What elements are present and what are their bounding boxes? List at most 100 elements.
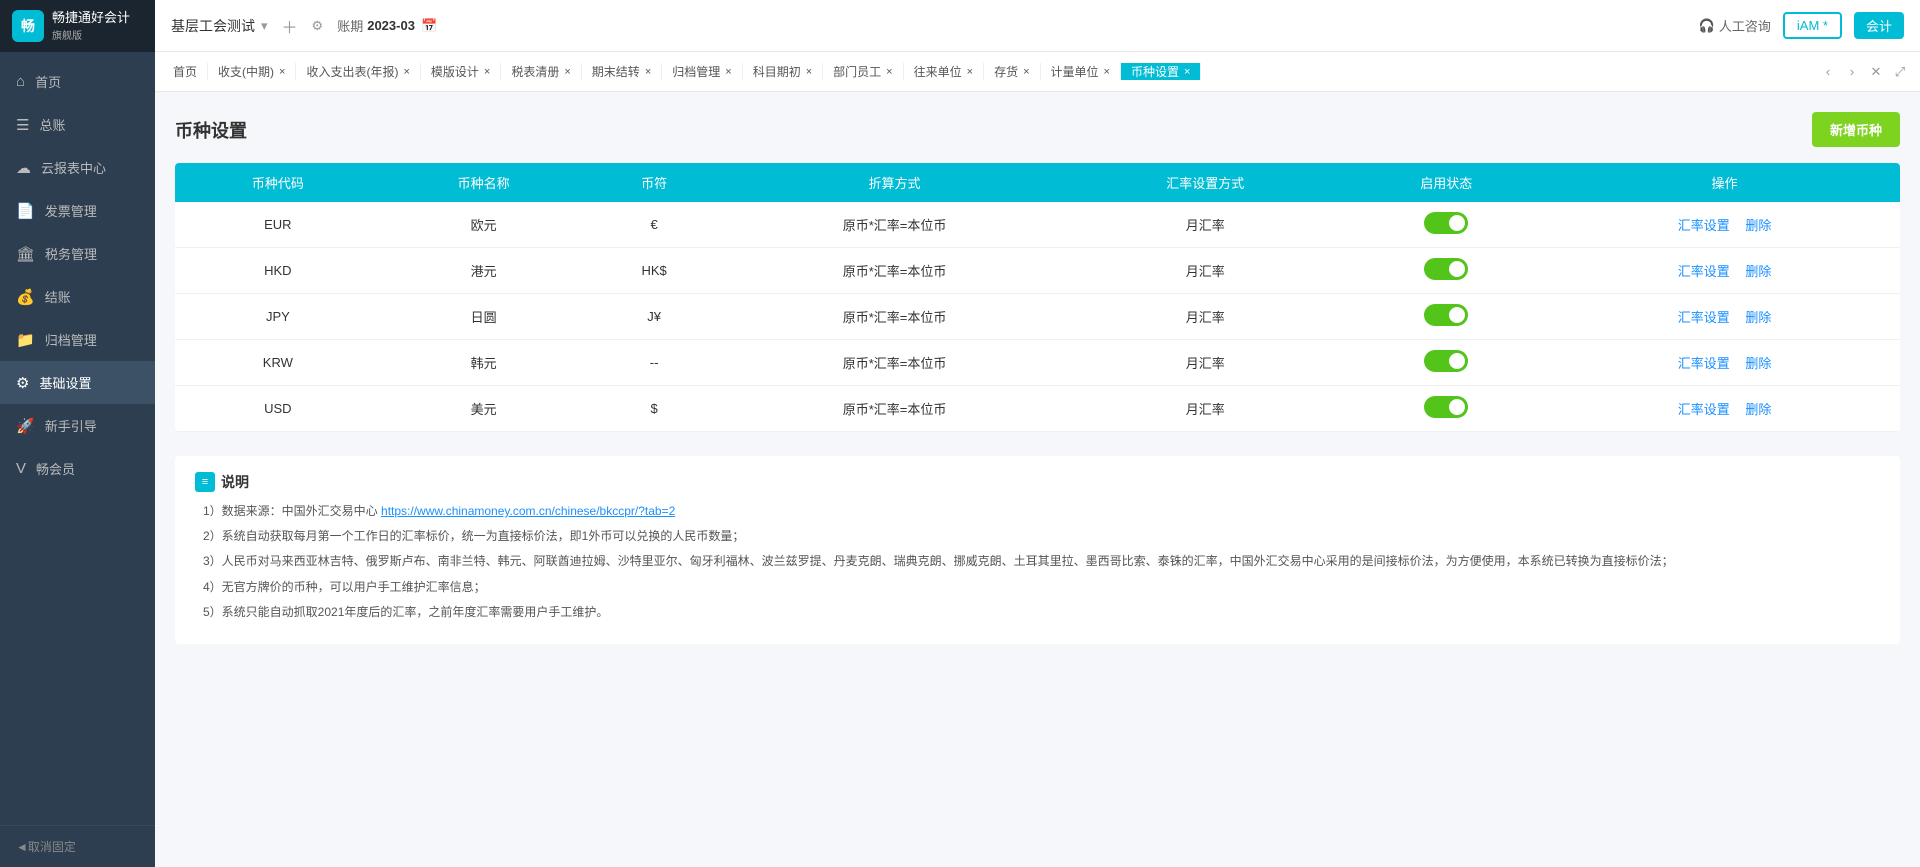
accounting-button[interactable]: 会计: [1854, 12, 1904, 39]
sidebar-item-settlement-label: 结账: [45, 287, 71, 306]
iam-button[interactable]: iAM *: [1783, 12, 1842, 39]
tab-close-all-button[interactable]: ✕: [1864, 60, 1888, 84]
tab-partner-label: 往来单位: [914, 63, 962, 80]
tab-currency-label: 币种设置: [1131, 63, 1179, 80]
new-currency-button[interactable]: 新增币种: [1812, 112, 1900, 147]
sidebar-item-member-label: 畅会员: [36, 459, 75, 478]
cell-symbol: €: [586, 202, 721, 248]
tab-filing-close[interactable]: ×: [725, 66, 731, 78]
tab-staff-close[interactable]: ×: [886, 66, 892, 78]
tab-annual-label: 收入支出表(年报): [306, 63, 398, 80]
chevron-down-icon[interactable]: ▾: [261, 18, 268, 34]
toggle-switch-HKD[interactable]: [1424, 258, 1468, 280]
cell-symbol: $: [586, 386, 721, 432]
sidebar-item-ledger[interactable]: ☰ 总账: [0, 103, 155, 146]
toggle-switch-KRW[interactable]: [1424, 350, 1468, 372]
tab-balance[interactable]: 收支(中期) ×: [208, 63, 296, 80]
cell-calc: 原币*汇率=本位币: [722, 202, 1067, 248]
sidebar-item-settings[interactable]: ⚙ 基础设置: [0, 361, 155, 404]
sidebar-item-settlement[interactable]: 💰 结账: [0, 275, 155, 318]
tab-balance-close[interactable]: ×: [279, 66, 285, 78]
tab-template-close[interactable]: ×: [484, 66, 490, 78]
logo-sub: 旗舰版: [52, 27, 130, 42]
tab-inventory[interactable]: 存货 ×: [984, 63, 1040, 80]
cell-status: [1343, 294, 1549, 340]
note-item: 1）数据来源：中国外汇交易中心 https://www.chinamoney.c…: [203, 502, 1880, 521]
tab-subjects[interactable]: 科目期初 ×: [743, 63, 823, 80]
tab-subjects-close[interactable]: ×: [806, 66, 812, 78]
tab-prev-button[interactable]: ‹: [1816, 60, 1840, 84]
tab-home[interactable]: 首页: [163, 63, 208, 80]
customer-service-button[interactable]: 🎧 人工咨询: [1699, 16, 1771, 35]
delete-link-USD[interactable]: 删除: [1745, 402, 1771, 417]
tab-next-button[interactable]: ›: [1840, 60, 1864, 84]
rate-setting-link-EUR[interactable]: 汇率设置: [1678, 218, 1730, 233]
tab-expand-button[interactable]: ⤢: [1888, 60, 1912, 84]
add-tab-button[interactable]: ＋: [282, 14, 298, 38]
sidebar-item-home[interactable]: ⌂ 首页: [0, 60, 155, 103]
rate-setting-link-USD[interactable]: 汇率设置: [1678, 402, 1730, 417]
sidebar-item-reports[interactable]: ☁ 云报表中心: [0, 146, 155, 189]
period-value: 2023-03: [367, 18, 415, 33]
tax-icon: 🏛: [16, 245, 35, 263]
cell-rate-type: 月汇率: [1067, 340, 1343, 386]
currency-table: 币种代码 币种名称 币符 折算方式 汇率设置方式 启用状态 操作 EUR 欧元 …: [175, 163, 1900, 432]
tab-period-end-close[interactable]: ×: [645, 66, 651, 78]
tab-currency[interactable]: 币种设置 ×: [1121, 63, 1201, 80]
tab-annual[interactable]: 收入支出表(年报) ×: [296, 63, 420, 80]
toggle-switch-JPY[interactable]: [1424, 304, 1468, 326]
page-header-row: 币种设置 新增币种: [175, 112, 1900, 147]
tab-filing-label: 归档管理: [672, 63, 720, 80]
sidebar-item-invoice[interactable]: 📄 发票管理: [0, 189, 155, 232]
tab-tax-clear[interactable]: 税表清册 ×: [501, 63, 581, 80]
tab-unit-close[interactable]: ×: [1104, 66, 1110, 78]
invoice-icon: 📄: [16, 202, 35, 220]
tab-partner[interactable]: 往来单位 ×: [904, 63, 984, 80]
tab-partner-close[interactable]: ×: [967, 66, 973, 78]
tab-filing[interactable]: 归档管理 ×: [662, 63, 742, 80]
period-label: 账期: [337, 16, 363, 35]
tab-template[interactable]: 模版设计 ×: [421, 63, 501, 80]
tab-unit[interactable]: 计量单位 ×: [1041, 63, 1121, 80]
sidebar: 畅 畅捷通好会计 旗舰版 ⌂ 首页 ☰ 总账 ☁ 云报表中心 📄 发票管理 🏛 …: [0, 0, 155, 867]
toggle-switch-USD[interactable]: [1424, 396, 1468, 418]
tab-annual-close[interactable]: ×: [403, 66, 409, 78]
toggle-circle-EUR: [1449, 215, 1465, 231]
cell-code: EUR: [175, 202, 381, 248]
rate-setting-link-JPY[interactable]: 汇率设置: [1678, 310, 1730, 325]
settings-icon: ⚙: [16, 374, 29, 392]
cell-rate-type: 月汇率: [1067, 202, 1343, 248]
rate-setting-link-KRW[interactable]: 汇率设置: [1678, 356, 1730, 371]
tab-inventory-close[interactable]: ×: [1023, 66, 1029, 78]
tab-currency-close[interactable]: ×: [1184, 66, 1190, 78]
cell-status: [1343, 202, 1549, 248]
main-area: 基层工会测试 ▾ ＋ ⚙ 账期 2023-03 📅 🎧 人工咨询 iAM * 会…: [155, 0, 1920, 867]
note-title: ≡ 说明: [195, 472, 1880, 492]
tab-inventory-label: 存货: [994, 63, 1018, 80]
delete-link-JPY[interactable]: 删除: [1745, 310, 1771, 325]
col-name: 币种名称: [381, 163, 587, 202]
sidebar-pin-toggle[interactable]: ◄取消固定: [0, 825, 155, 867]
tab-tax-clear-close[interactable]: ×: [564, 66, 570, 78]
tab-home-label: 首页: [173, 63, 197, 80]
logo-icon: 畅: [12, 10, 44, 42]
sidebar-item-invoice-label: 发票管理: [45, 201, 97, 220]
sidebar-item-guide[interactable]: 🚀 新手引导: [0, 404, 155, 447]
settings-gear-icon[interactable]: ⚙: [312, 18, 324, 34]
sidebar-item-tax[interactable]: 🏛 税务管理: [0, 232, 155, 275]
tab-period-end[interactable]: 期末结转 ×: [582, 63, 662, 80]
rate-setting-link-HKD[interactable]: 汇率设置: [1678, 264, 1730, 279]
tab-staff[interactable]: 部门员工 ×: [823, 63, 903, 80]
sidebar-item-guide-label: 新手引导: [45, 416, 97, 435]
calendar-icon[interactable]: 📅: [421, 18, 437, 34]
toggle-switch-EUR[interactable]: [1424, 212, 1468, 234]
cell-name: 日圆: [381, 294, 587, 340]
delete-link-EUR[interactable]: 删除: [1745, 218, 1771, 233]
sidebar-item-archive[interactable]: 📁 归档管理: [0, 318, 155, 361]
cell-rate-type: 月汇率: [1067, 248, 1343, 294]
chinamoney-link[interactable]: https://www.chinamoney.com.cn/chinese/bk…: [381, 504, 675, 518]
delete-link-KRW[interactable]: 删除: [1745, 356, 1771, 371]
table-row: HKD 港元 HK$ 原币*汇率=本位币 月汇率 汇率设置 删除: [175, 248, 1900, 294]
sidebar-item-member[interactable]: V 畅会员: [0, 447, 155, 490]
delete-link-HKD[interactable]: 删除: [1745, 264, 1771, 279]
